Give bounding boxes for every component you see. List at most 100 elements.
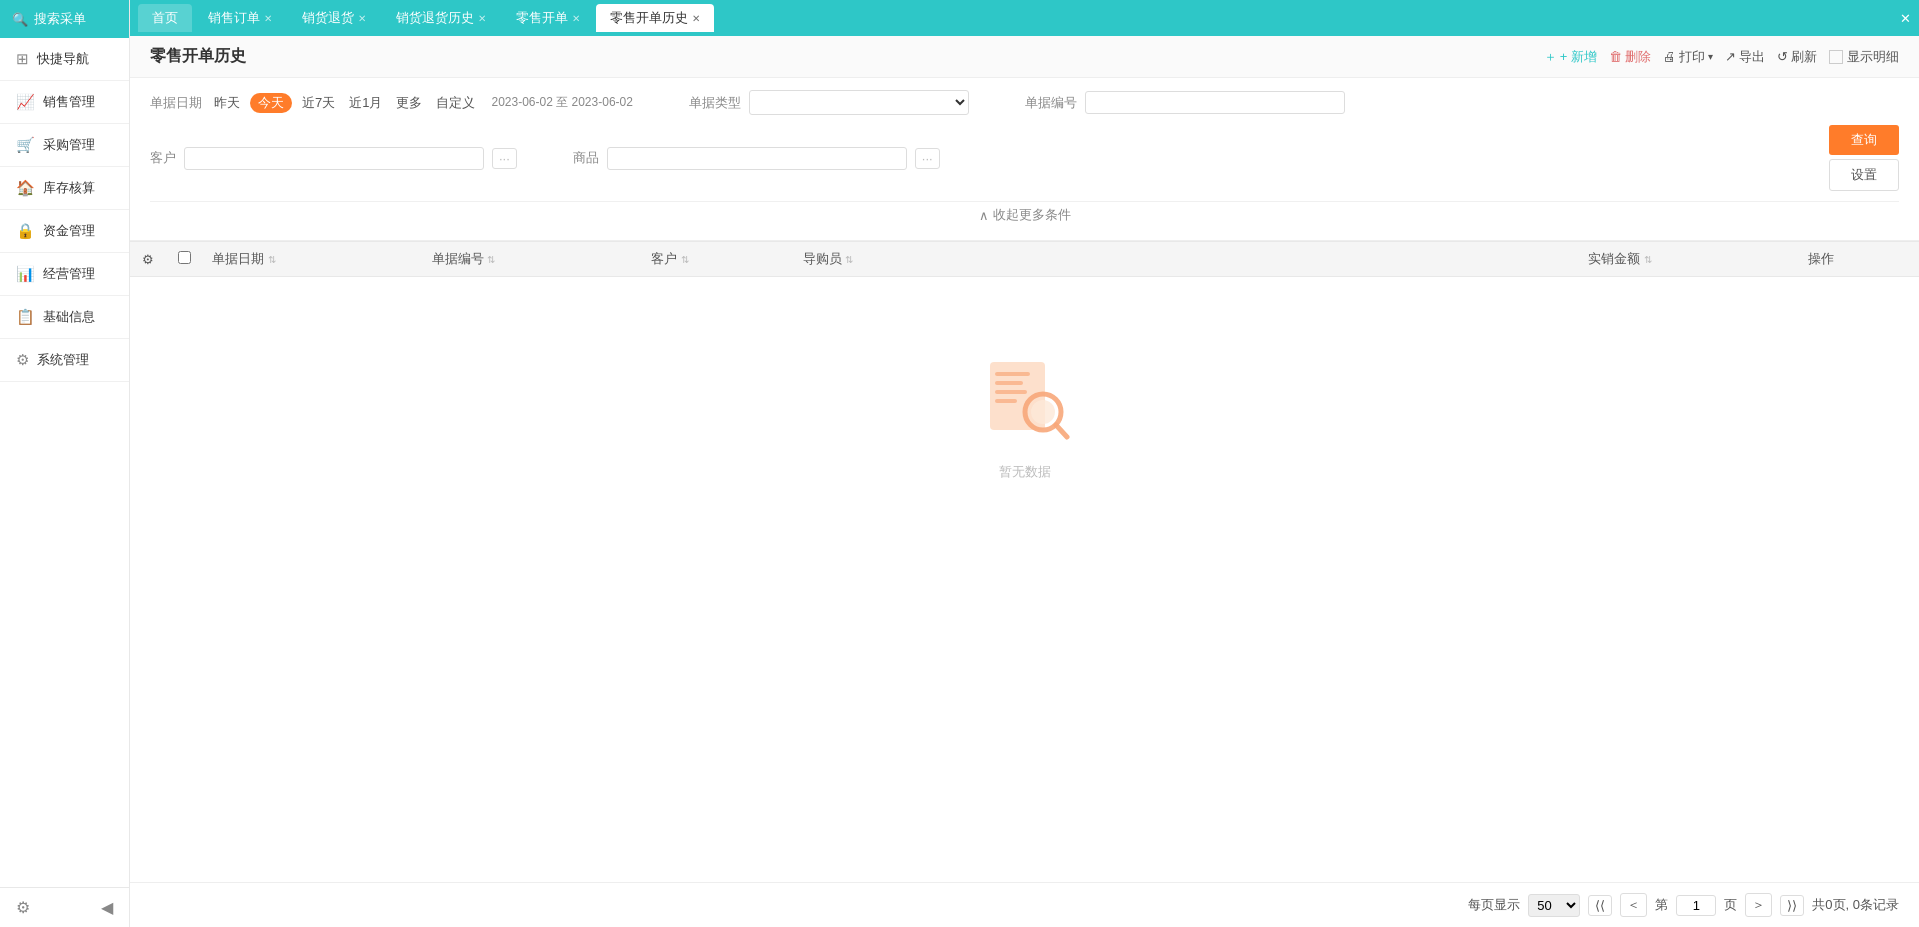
last-page-btn[interactable]: ⟩⟩ bbox=[1780, 895, 1804, 916]
sidebar-item-purchase-mgmt[interactable]: 🛒 采购管理 bbox=[0, 124, 129, 167]
search-icon: 🔍 bbox=[12, 12, 28, 27]
tab-home[interactable]: 首页 bbox=[138, 4, 192, 32]
tab-return-history-label: 销货退货历史 bbox=[396, 9, 474, 27]
tab-sales-order-close[interactable]: ✕ bbox=[264, 13, 272, 24]
date-opt-yesterday[interactable]: 昨天 bbox=[210, 93, 244, 113]
sidebar-item-base-info[interactable]: 📋 基础信息 bbox=[0, 296, 129, 339]
th-amount-sort-icon[interactable]: ⇅ bbox=[1644, 254, 1652, 265]
customer-filter: 客户 ··· bbox=[150, 147, 517, 170]
show-detail-checkbox[interactable] bbox=[1829, 50, 1843, 64]
th-action: 操作 bbox=[1798, 242, 1919, 277]
date-opt-7days[interactable]: 近7天 bbox=[298, 93, 339, 113]
sidebar-item-sys-mgmt[interactable]: ⚙ 系统管理 bbox=[0, 339, 129, 382]
th-date-sort-icon[interactable]: ⇅ bbox=[268, 254, 276, 265]
tab-sales-order[interactable]: 销售订单 ✕ bbox=[194, 4, 286, 32]
delete-button[interactable]: 🗑 删除 bbox=[1609, 48, 1651, 66]
th-customer-sort-icon[interactable]: ⇅ bbox=[681, 254, 689, 265]
th-check[interactable] bbox=[166, 242, 202, 277]
tab-return-history[interactable]: 销货退货历史 ✕ bbox=[382, 4, 500, 32]
tab-sales-order-label: 销售订单 bbox=[208, 9, 260, 27]
bill-no-input[interactable] bbox=[1085, 91, 1345, 114]
tab-return-goods-close[interactable]: ✕ bbox=[358, 13, 366, 24]
tab-return-history-close[interactable]: ✕ bbox=[478, 13, 486, 24]
refresh-label: 刷新 bbox=[1791, 48, 1817, 66]
refresh-button[interactable]: ↺ 刷新 bbox=[1777, 48, 1817, 66]
date-options: 昨天 今天 近7天 近1月 更多 自定义 bbox=[210, 93, 479, 113]
print-button[interactable]: 🖨 打印 ▾ bbox=[1663, 48, 1713, 66]
tab-retail-open-close[interactable]: ✕ bbox=[572, 13, 580, 24]
total-text: 共0页, 0条记录 bbox=[1812, 896, 1899, 914]
finance-icon: 🔒 bbox=[16, 222, 35, 240]
date-filter-label: 单据日期 bbox=[150, 94, 202, 112]
th-amount: 实销金额 ⇅ bbox=[1578, 242, 1798, 277]
table-area: ⚙ 单据日期 ⇅ 单据编号 ⇅ 客户 bbox=[130, 241, 1919, 882]
th-settings[interactable]: ⚙ bbox=[130, 242, 166, 277]
sidebar-item-label: 基础信息 bbox=[43, 308, 95, 326]
bill-type-select[interactable] bbox=[749, 90, 969, 115]
date-filter: 单据日期 昨天 今天 近7天 近1月 更多 自定义 2023-06-02 至 2… bbox=[150, 93, 633, 113]
svg-rect-4 bbox=[995, 399, 1017, 403]
delete-icon: 🗑 bbox=[1609, 49, 1622, 64]
product-label: 商品 bbox=[573, 149, 599, 167]
th-bill-no-sort-icon[interactable]: ⇅ bbox=[487, 254, 495, 265]
sidebar-item-sales-mgmt[interactable]: 📈 销售管理 bbox=[0, 81, 129, 124]
collapse-sidebar-icon[interactable]: ◀ bbox=[101, 898, 113, 917]
page-title: 零售开单历史 bbox=[150, 46, 246, 67]
th-customer-label: 客户 bbox=[651, 251, 677, 266]
th-action-label: 操作 bbox=[1808, 251, 1834, 266]
sidebar-item-operations[interactable]: 📊 经营管理 bbox=[0, 253, 129, 296]
page-header: 零售开单历史 ＋ + 新增 🗑 删除 🖨 打印 ▾ ↗ 导出 bbox=[130, 36, 1919, 78]
export-button[interactable]: ↗ 导出 bbox=[1725, 48, 1765, 66]
tab-retail-open[interactable]: 零售开单 ✕ bbox=[502, 4, 594, 32]
settings-filter-button[interactable]: 设置 bbox=[1829, 159, 1899, 191]
sidebar-item-label: 快捷导航 bbox=[37, 50, 89, 68]
th-date-label: 单据日期 bbox=[212, 251, 264, 266]
select-all-checkbox[interactable] bbox=[178, 251, 191, 264]
bill-no-filter: 单据编号 bbox=[1025, 91, 1345, 114]
date-opt-1month[interactable]: 近1月 bbox=[345, 93, 386, 113]
sidebar-item-label: 系统管理 bbox=[37, 351, 89, 369]
first-page-btn[interactable]: ⟨⟨ bbox=[1588, 895, 1612, 916]
tab-retail-history[interactable]: 零售开单历史 ✕ bbox=[596, 4, 714, 32]
sidebar-menu: ⊞ 快捷导航 📈 销售管理 🛒 采购管理 🏠 库存核算 🔒 资金管理 📊 经营管… bbox=[0, 38, 129, 887]
th-bill-no-label: 单据编号 bbox=[432, 251, 484, 266]
next-page-btn[interactable]: ＞ bbox=[1745, 893, 1772, 917]
tab-close-all-icon[interactable]: ✕ bbox=[1900, 11, 1911, 26]
sidebar-item-label: 资金管理 bbox=[43, 222, 95, 240]
show-detail-button[interactable]: 显示明细 bbox=[1829, 48, 1899, 66]
sidebar-search[interactable]: 🔍 搜索采单 bbox=[0, 0, 129, 38]
per-page-select[interactable]: 50 100 200 bbox=[1528, 894, 1580, 917]
settings-icon[interactable]: ⚙ bbox=[16, 898, 30, 917]
sidebar-item-label: 库存核算 bbox=[43, 179, 95, 197]
product-filter: 商品 ··· bbox=[573, 147, 940, 170]
sidebar-item-finance[interactable]: 🔒 资金管理 bbox=[0, 210, 129, 253]
pagination-bar: 每页显示 50 100 200 ⟨⟨ ＜ 第 页 ＞ ⟩⟩ 共0页, 0条记录 bbox=[130, 882, 1919, 927]
date-opt-today[interactable]: 今天 bbox=[250, 93, 292, 113]
date-opt-more[interactable]: 更多 bbox=[392, 93, 426, 113]
sidebar-item-inventory[interactable]: 🏠 库存核算 bbox=[0, 167, 129, 210]
prev-page-btn[interactable]: ＜ bbox=[1620, 893, 1647, 917]
svg-rect-3 bbox=[995, 390, 1027, 394]
query-button[interactable]: 查询 bbox=[1829, 125, 1899, 155]
export-label: 导出 bbox=[1739, 48, 1765, 66]
action-buttons: 查询 设置 bbox=[1829, 125, 1899, 191]
tab-retail-history-close[interactable]: ✕ bbox=[692, 13, 700, 24]
svg-point-6 bbox=[1031, 400, 1055, 424]
svg-line-7 bbox=[1056, 425, 1067, 437]
main-area: 首页 销售订单 ✕ 销货退货 ✕ 销货退货历史 ✕ 零售开单 ✕ 零售开单历史 … bbox=[130, 0, 1919, 927]
tab-return-goods[interactable]: 销货退货 ✕ bbox=[288, 4, 380, 32]
sales-icon: 📈 bbox=[16, 93, 35, 111]
product-input[interactable] bbox=[607, 147, 907, 170]
tabbar: 首页 销售订单 ✕ 销货退货 ✕ 销货退货历史 ✕ 零售开单 ✕ 零售开单历史 … bbox=[130, 0, 1919, 36]
sys-icon: ⚙ bbox=[16, 351, 29, 369]
collapse-filter-bar[interactable]: ∧ 收起更多条件 bbox=[150, 201, 1899, 228]
date-opt-custom[interactable]: 自定义 bbox=[432, 93, 479, 113]
product-more-icon[interactable]: ··· bbox=[915, 148, 940, 169]
th-amount-label: 实销金额 bbox=[1588, 251, 1640, 266]
customer-more-icon[interactable]: ··· bbox=[492, 148, 517, 169]
add-button[interactable]: ＋ + 新增 bbox=[1544, 48, 1597, 66]
customer-input[interactable] bbox=[184, 147, 484, 170]
th-guide-sort-icon[interactable]: ⇅ bbox=[845, 254, 853, 265]
page-number-input[interactable] bbox=[1676, 895, 1716, 916]
sidebar-item-quick-nav[interactable]: ⊞ 快捷导航 bbox=[0, 38, 129, 81]
